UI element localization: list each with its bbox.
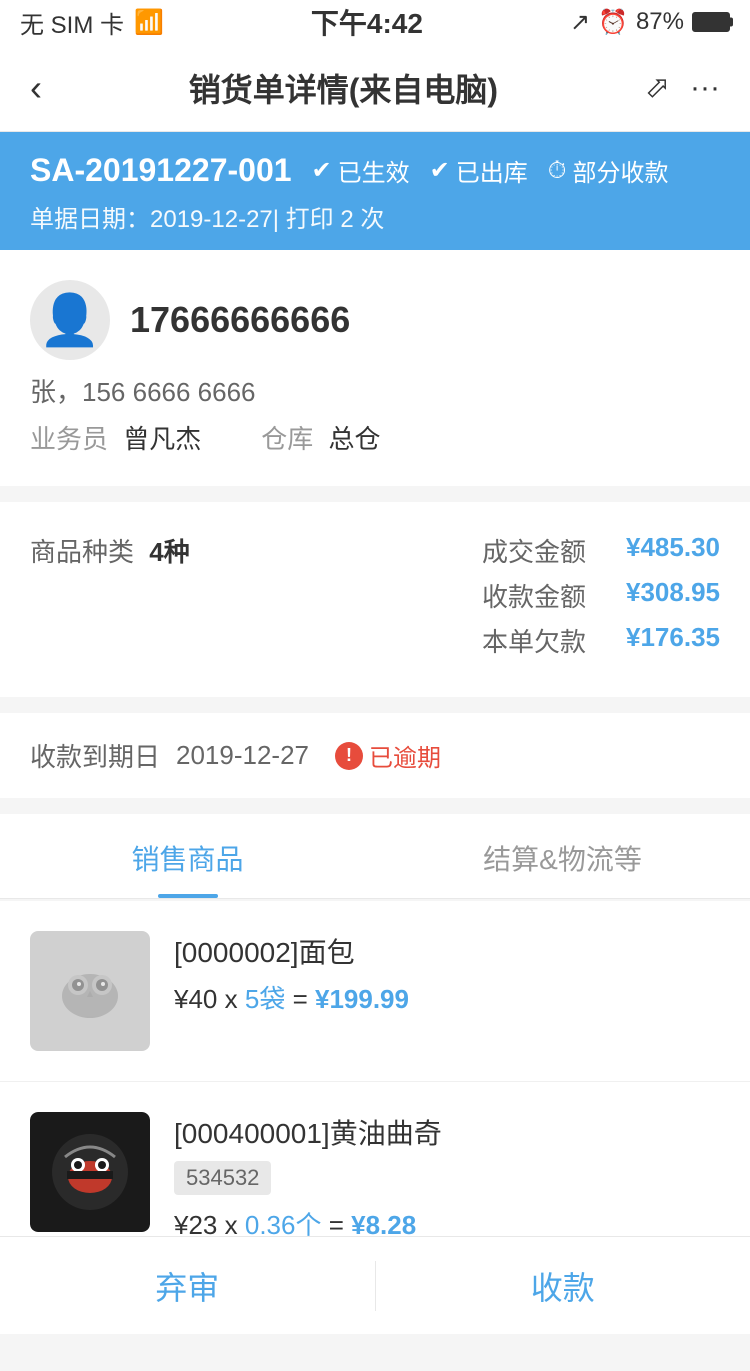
- nav-bar: ‹ 销货单详情(来自电脑) ⬀ ···: [0, 44, 750, 132]
- battery-icon: [692, 12, 730, 32]
- cancel-button[interactable]: 弃审: [0, 1243, 375, 1329]
- order-row: SA-20191227-001 ✔ 已生效 ✔ 已出库 ⏱ 部分收款: [30, 152, 720, 189]
- back-button[interactable]: ‹: [30, 67, 42, 109]
- due-date: 2019-12-27: [176, 740, 309, 771]
- check-icon-1: ✔: [312, 156, 332, 185]
- product-info-2: [000400001]黄油曲奇 534532 ¥23 x 0.36个 = ¥8.…: [174, 1112, 720, 1242]
- status-effective: ✔ 已生效: [312, 153, 410, 188]
- status-bar: 无 SIM 卡 📶 下午4:42 ↗ ⏰ 87%: [0, 0, 750, 44]
- customer-info-row: 业务员 曾凡杰 仓库 总仓: [30, 419, 720, 456]
- header-banner: SA-20191227-001 ✔ 已生效 ✔ 已出库 ⏱ 部分收款 单据日期：…: [0, 132, 750, 250]
- customer-section: 👤 17666666666 张，156 6666 6666 业务员 曾凡杰 仓库…: [0, 250, 750, 486]
- status-shipped: ✔ 已出库: [430, 153, 528, 188]
- check-icon-2: ✔: [430, 156, 450, 185]
- product-thumb-1: [30, 931, 150, 1051]
- warehouse-info: 仓库 总仓: [261, 419, 380, 456]
- order-number: SA-20191227-001: [30, 152, 292, 189]
- due-section: 收款到期日 2019-12-27 ! 已逾期: [0, 713, 750, 798]
- salesperson-info: 业务员 曾凡杰: [30, 419, 201, 456]
- status-right: ↗ ⏰ 87%: [570, 8, 730, 37]
- product-name-2: [000400001]黄油曲奇: [174, 1112, 720, 1152]
- tab-settlement[interactable]: 结算&物流等: [375, 814, 750, 898]
- clock-icon: ⏱: [548, 157, 567, 185]
- overdue-badge: ! 已逾期: [335, 738, 441, 773]
- user-icon: 👤: [39, 291, 101, 350]
- product-info-1: [0000002]面包 ¥40 x 5袋 = ¥199.99: [174, 931, 720, 1016]
- nav-actions: ⬀ ···: [645, 70, 720, 105]
- more-icon[interactable]: ···: [690, 71, 720, 105]
- customer-sub: 张，156 6666 6666: [30, 372, 720, 409]
- product-item-1: [0000002]面包 ¥40 x 5袋 = ¥199.99: [0, 901, 750, 1082]
- customer-row: 👤 17666666666: [30, 280, 720, 360]
- header-date: 单据日期：2019-12-27| 打印 2 次: [30, 199, 720, 234]
- product-tag-2: 534532: [174, 1161, 271, 1195]
- status-partial: ⏱ 部分收款: [548, 153, 669, 188]
- deal-amount-row: 成交金额 ¥485.30: [482, 532, 720, 569]
- product-name-1: [0000002]面包: [174, 931, 720, 971]
- location-icon: ↗: [570, 8, 590, 37]
- avatar: 👤: [30, 280, 110, 360]
- page-title: 销货单详情(来自电脑): [189, 65, 498, 111]
- due-label: 收款到期日: [30, 737, 160, 774]
- wifi-icon: 📶: [134, 8, 164, 37]
- received-row: 收款金额 ¥308.95: [482, 577, 720, 614]
- overdue-icon: !: [335, 742, 363, 770]
- confirm-button[interactable]: 收款: [376, 1243, 750, 1329]
- tabs-row: 销售商品 结算&物流等: [0, 814, 750, 898]
- product-thumb-2: [30, 1112, 150, 1232]
- customer-name: 17666666666: [130, 299, 350, 341]
- share-icon[interactable]: ⬀: [645, 70, 670, 105]
- battery-text: 87%: [636, 8, 684, 36]
- tabs-section: 销售商品 结算&物流等: [0, 814, 750, 899]
- carrier-text: 无 SIM 卡: [20, 5, 124, 40]
- status-left: 无 SIM 卡 📶: [20, 5, 164, 40]
- amount-info: 成交金额 ¥485.30 收款金额 ¥308.95 本单欠款 ¥176.35: [482, 532, 720, 667]
- alarm-icon: ⏰: [598, 8, 628, 37]
- summary-section: 商品种类 4种 成交金额 ¥485.30 收款金额 ¥308.95 本单欠款 ¥…: [0, 502, 750, 697]
- products-section: [0000002]面包 ¥40 x 5袋 = ¥199.99: [0, 901, 750, 1273]
- ninja-icon: [45, 1127, 135, 1217]
- owed-row: 本单欠款 ¥176.35: [482, 622, 720, 659]
- time-display: 下午4:42: [311, 2, 423, 42]
- category-info: 商品种类 4种: [30, 532, 190, 569]
- overdue-text: 已逾期: [369, 738, 441, 773]
- product-price-1: ¥40 x 5袋 = ¥199.99: [174, 979, 720, 1016]
- owl-icon: [50, 951, 130, 1031]
- tab-sales-products[interactable]: 销售商品: [0, 814, 375, 898]
- bottom-bar: 弃审 收款: [0, 1236, 750, 1334]
